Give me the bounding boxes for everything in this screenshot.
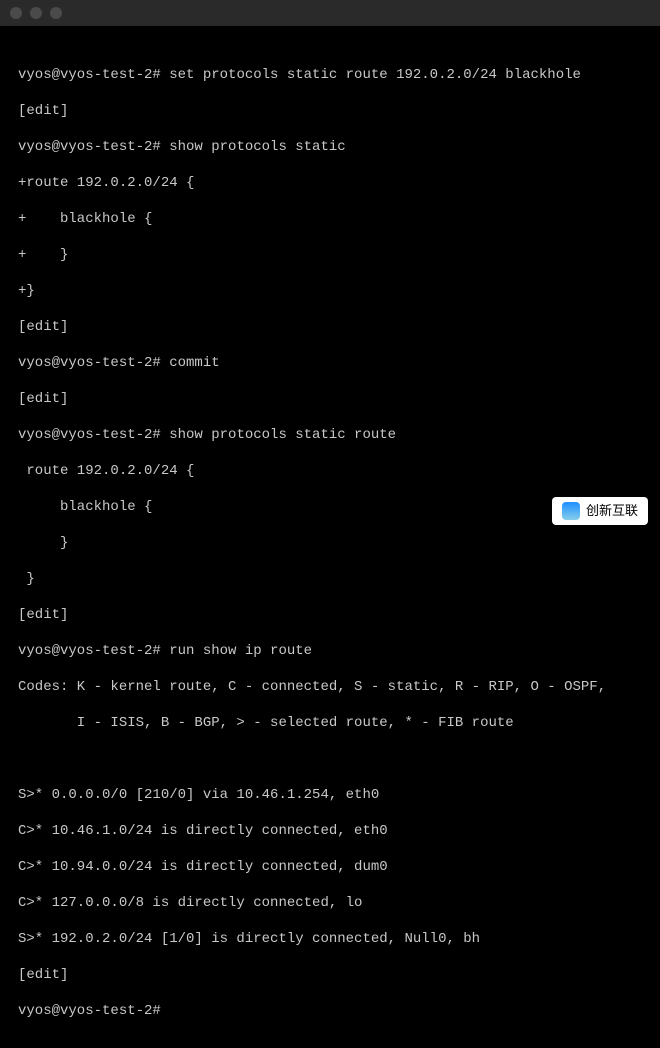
- shell-prompt: vyos@vyos-test-2#: [18, 355, 161, 371]
- diff-line: + }: [18, 247, 68, 263]
- command-text: set protocols static route 192.0.2.0/24 …: [161, 67, 581, 83]
- route-codes: Codes: K - kernel route, C - connected, …: [18, 679, 606, 695]
- route-entry: C>* 10.46.1.0/24 is directly connected, …: [18, 823, 388, 839]
- shell-prompt: vyos@vyos-test-2#: [18, 427, 161, 443]
- shell-prompt: vyos@vyos-test-2#: [18, 643, 161, 659]
- command-text: show protocols static route: [161, 427, 396, 443]
- edit-marker: [edit]: [18, 967, 68, 983]
- terminal-output[interactable]: vyos@vyos-test-2# set protocols static r…: [0, 26, 660, 1048]
- route-codes: I - ISIS, B - BGP, > - selected route, *…: [18, 715, 514, 731]
- watermark-logo-icon: [562, 502, 580, 520]
- command-text: commit: [161, 355, 220, 371]
- diff-line: +route 192.0.2.0/24 {: [18, 175, 194, 191]
- edit-marker: [edit]: [18, 103, 68, 119]
- route-entry: S>* 192.0.2.0/24 [1/0] is directly conne…: [18, 931, 480, 947]
- output-line: }: [18, 535, 68, 551]
- command-text: run show ip route: [161, 643, 312, 659]
- edit-marker: [edit]: [18, 391, 68, 407]
- edit-marker: [edit]: [18, 607, 68, 623]
- route-entry: C>* 127.0.0.0/8 is directly connected, l…: [18, 895, 362, 911]
- output-line: }: [18, 571, 35, 587]
- output-line: route 192.0.2.0/24 {: [18, 463, 194, 479]
- command-text: show protocols static: [161, 139, 346, 155]
- edit-marker: [edit]: [18, 319, 68, 335]
- output-line: blackhole {: [18, 499, 152, 515]
- minimize-icon[interactable]: [30, 7, 42, 19]
- route-entry: C>* 10.94.0.0/24 is directly connected, …: [18, 859, 388, 875]
- zoom-icon[interactable]: [50, 7, 62, 19]
- close-icon[interactable]: [10, 7, 22, 19]
- shell-prompt: vyos@vyos-test-2#: [18, 139, 161, 155]
- watermark-text: 创新互联: [586, 502, 638, 520]
- window-titlebar: [0, 0, 660, 26]
- shell-prompt: vyos@vyos-test-2#: [18, 67, 161, 83]
- route-entry: S>* 0.0.0.0/0 [210/0] via 10.46.1.254, e…: [18, 787, 379, 803]
- diff-line: +}: [18, 283, 35, 299]
- diff-line: + blackhole {: [18, 211, 152, 227]
- watermark-badge: 创新互联: [552, 497, 648, 525]
- shell-prompt: vyos@vyos-test-2#: [18, 1003, 161, 1019]
